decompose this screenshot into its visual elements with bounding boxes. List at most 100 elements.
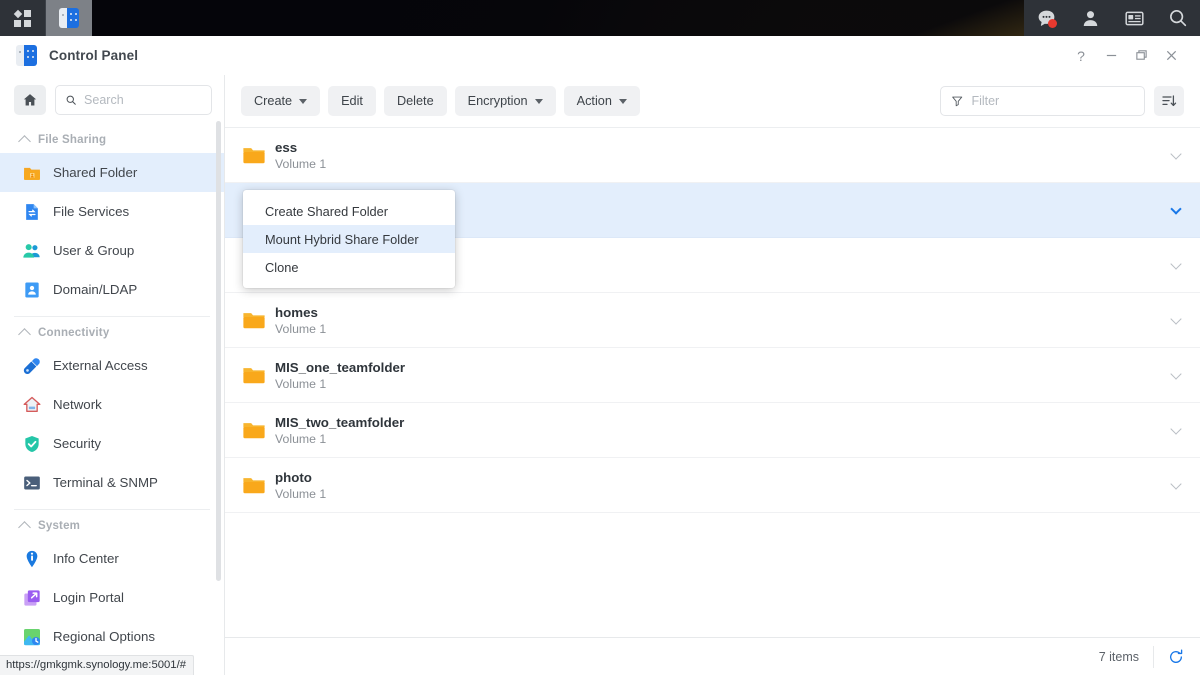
row-expand-chevron[interactable] <box>1166 483 1186 488</box>
sort-button[interactable] <box>1154 86 1184 116</box>
chevron-down-icon <box>619 99 627 104</box>
status-bar: 7 items <box>225 637 1200 675</box>
help-button[interactable]: ? <box>1066 39 1096 73</box>
nav-group-connectivity[interactable]: Connectivity <box>0 317 224 346</box>
window-app-icon <box>16 45 37 66</box>
sidebar-item-info-center[interactable]: Info Center <box>0 539 224 578</box>
folder-text: MIS_one_teamfolderVolume 1 <box>275 360 405 391</box>
folder-icon <box>241 472 275 498</box>
filter-input-wrapper[interactable] <box>940 86 1145 116</box>
nav-group-file-sharing[interactable]: File Sharing <box>0 124 224 153</box>
sidebar-item-label: Regional Options <box>53 629 155 644</box>
sidebar-item-label: Network <box>53 397 102 412</box>
row-expand-chevron[interactable] <box>1166 318 1186 323</box>
edit-button[interactable]: Edit <box>328 86 376 116</box>
notification-badge <box>1048 19 1057 28</box>
search-input[interactable] <box>84 93 202 107</box>
folder-icon <box>241 142 275 168</box>
control-panel-icon <box>59 8 79 28</box>
folder-name: MIS_two_teamfolder <box>275 415 404 430</box>
delete-button-label: Delete <box>397 94 434 108</box>
sidebar-item-terminal-snmp[interactable]: Terminal & SNMP <box>0 463 224 502</box>
table-row[interactable]: homesVolume 1 <box>225 293 1200 348</box>
sidebar-scrollbar[interactable] <box>216 121 221 581</box>
window-controls: ? <box>1066 39 1200 73</box>
terminal-icon <box>21 472 42 493</box>
table-row[interactable]: photoVolume 1 <box>225 458 1200 513</box>
row-expand-chevron[interactable] <box>1166 428 1186 433</box>
sidebar-header <box>0 75 224 124</box>
taskbar <box>0 0 1200 36</box>
sidebar-item-label: File Services <box>53 204 129 219</box>
folder-location: Volume 1 <box>275 377 405 391</box>
taskbar-item-control-panel[interactable] <box>46 0 92 36</box>
folder-icon <box>241 417 275 443</box>
home-button[interactable] <box>14 85 46 115</box>
menu-item[interactable]: Mount Hybrid Share Folder <box>243 225 455 253</box>
sidebar-item-domain-ldap[interactable]: Domain/LDAP <box>0 270 224 309</box>
encryption-button-label: Encryption <box>468 94 528 108</box>
sidebar-item-label: Security <box>53 436 101 451</box>
notifications-button[interactable] <box>1024 0 1068 36</box>
sidebar-item-network[interactable]: Network <box>0 385 224 424</box>
close-button[interactable] <box>1156 39 1186 73</box>
main-menu-button[interactable] <box>0 0 46 36</box>
panel-icon <box>1124 8 1145 29</box>
chevron-down-icon <box>1170 258 1181 269</box>
user-account-button[interactable] <box>1068 0 1112 36</box>
folder-text: photoVolume 1 <box>275 470 326 501</box>
toolbar: Create Edit Delete Encryption Action <box>225 75 1200 127</box>
sidebar-item-external-access[interactable]: External Access <box>0 346 224 385</box>
row-expand-chevron[interactable] <box>1166 373 1186 378</box>
domain-ldap-icon <box>21 279 42 300</box>
magnifier-icon <box>1167 7 1189 29</box>
chevron-down-icon <box>1170 368 1181 379</box>
sidebar-item-shared-folder[interactable]: Shared Folder <box>0 153 224 192</box>
sidebar-item-file-services[interactable]: File Services <box>0 192 224 231</box>
person-icon <box>1080 8 1101 29</box>
grid-apps-icon <box>14 10 31 27</box>
minimize-button[interactable] <box>1096 39 1126 73</box>
encryption-button[interactable]: Encryption <box>455 86 556 116</box>
edit-button-label: Edit <box>341 94 363 108</box>
sidebar-item-regional-options[interactable]: Regional Options <box>0 617 224 656</box>
widgets-button[interactable] <box>1112 0 1156 36</box>
create-button[interactable]: Create <box>241 86 320 116</box>
maximize-button[interactable] <box>1126 39 1156 73</box>
refresh-button[interactable] <box>1153 646 1184 668</box>
sidebar-item-user-group[interactable]: User & Group <box>0 231 224 270</box>
search-input-wrapper[interactable] <box>55 85 212 115</box>
folder-name: ess <box>275 140 326 155</box>
taskbar-spacer <box>92 0 1024 36</box>
filter-input[interactable] <box>971 94 1134 108</box>
sidebar-item-security[interactable]: Security <box>0 424 224 463</box>
folder-location: Volume 1 <box>275 487 326 501</box>
action-button[interactable]: Action <box>564 86 640 116</box>
row-expand-chevron[interactable] <box>1166 208 1186 213</box>
funnel-icon <box>951 94 963 108</box>
sidebar-item-login-portal[interactable]: Login Portal <box>0 578 224 617</box>
row-expand-chevron[interactable] <box>1166 263 1186 268</box>
folder-text: MIS_two_teamfolderVolume 1 <box>275 415 404 446</box>
table-row[interactable]: MIS_two_teamfolderVolume 1 <box>225 403 1200 458</box>
table-row[interactable]: MIS_one_teamfolderVolume 1 <box>225 348 1200 403</box>
sidebar-item-label: Terminal & SNMP <box>53 475 158 490</box>
chevron-up-icon <box>18 135 31 148</box>
user-group-icon <box>21 240 42 261</box>
menu-item[interactable]: Clone <box>243 253 455 281</box>
shield-icon <box>21 433 42 454</box>
delete-button[interactable]: Delete <box>384 86 447 116</box>
menu-item-label: Create Shared Folder <box>265 204 388 219</box>
menu-item[interactable]: Create Shared Folder <box>243 197 455 225</box>
chevron-down-icon <box>1170 423 1181 434</box>
table-row[interactable]: essVolume 1 <box>225 128 1200 183</box>
search-button[interactable] <box>1156 0 1200 36</box>
chevron-down-icon <box>1170 148 1181 159</box>
item-count: 7 items <box>1099 650 1153 664</box>
row-expand-chevron[interactable] <box>1166 153 1186 158</box>
window-title-bar[interactable]: Control Panel ? <box>0 36 1200 75</box>
nav-group-system[interactable]: System <box>0 510 224 539</box>
refresh-icon <box>1168 649 1184 665</box>
home-icon <box>22 92 38 108</box>
taskbar-right-group <box>1024 0 1200 36</box>
